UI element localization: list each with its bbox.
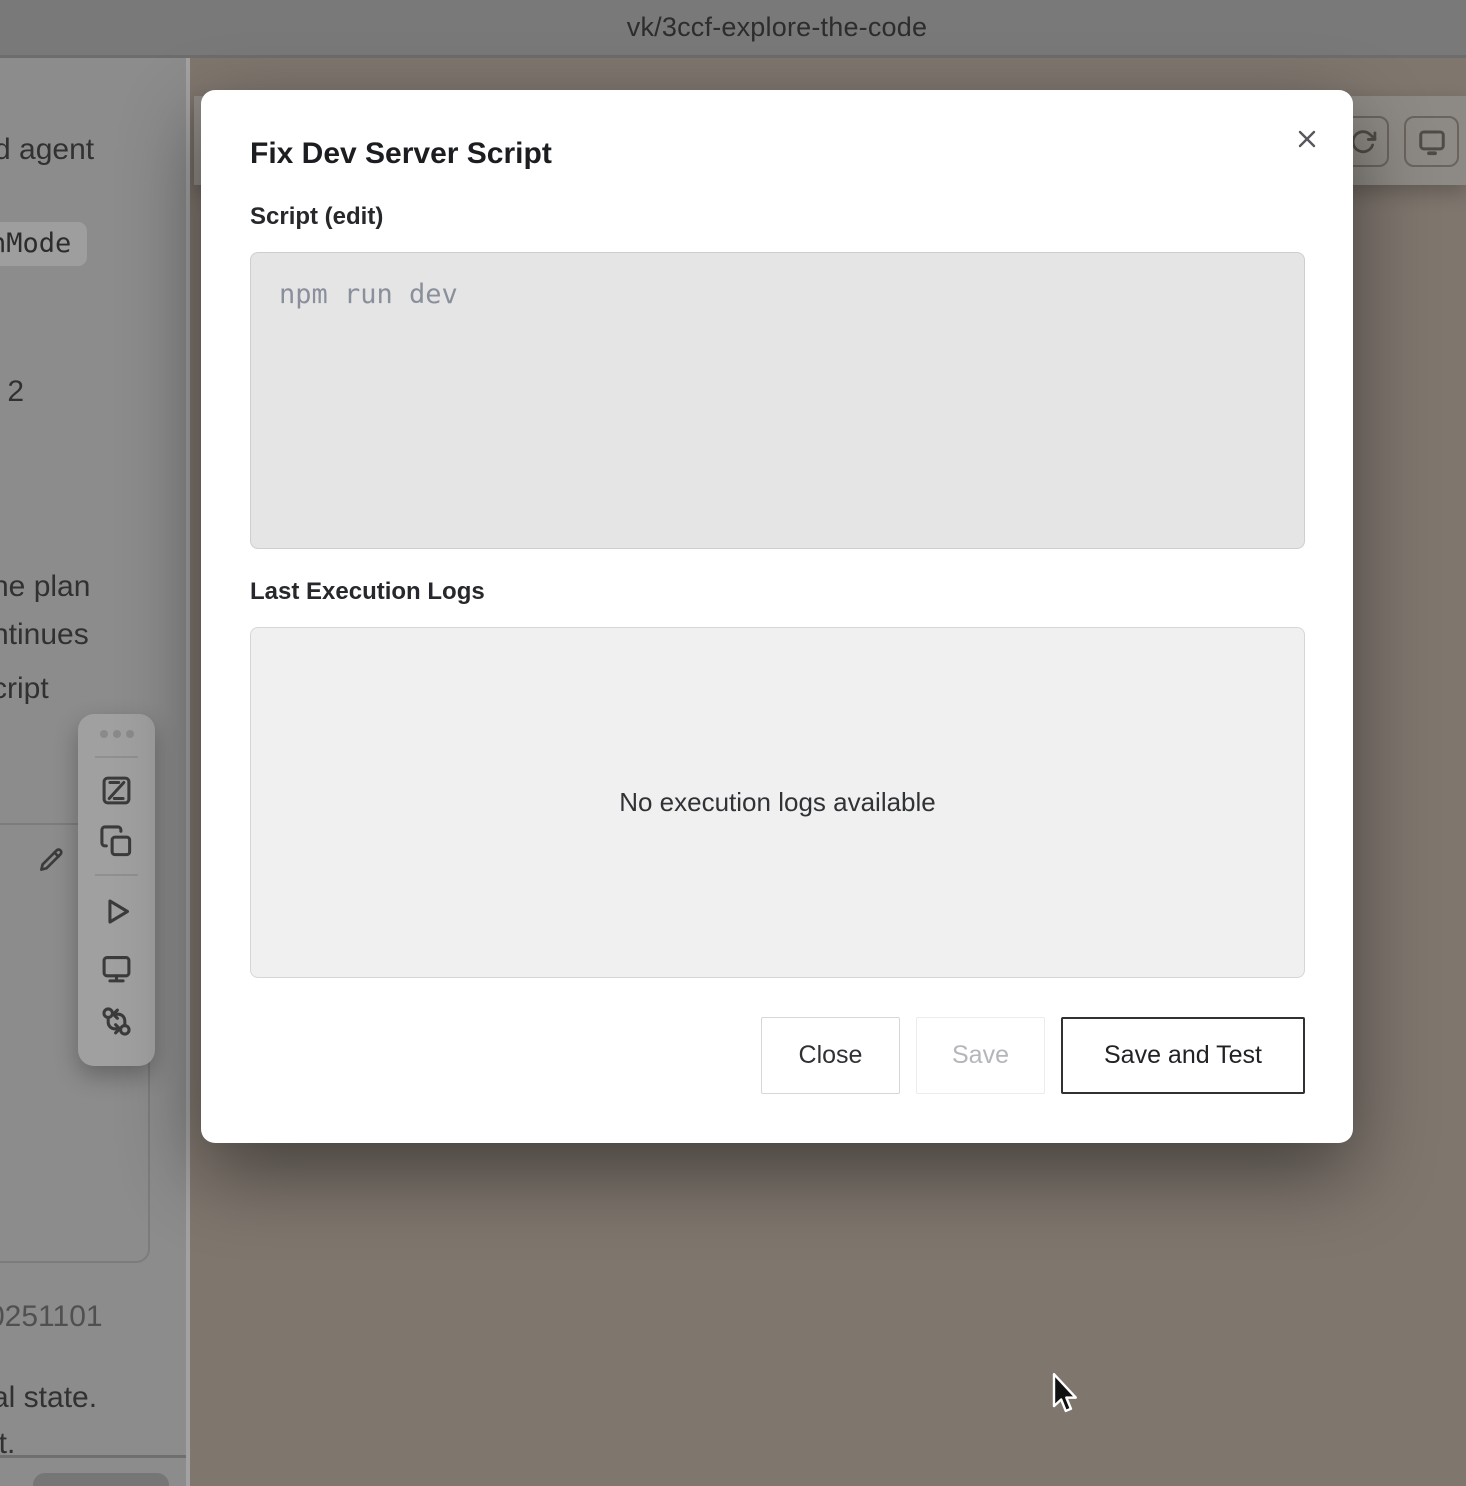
sidebar-fragment-continues: ntinues bbox=[0, 618, 89, 651]
sidebar-fragment-state: al state. bbox=[0, 1381, 98, 1414]
monitor-button[interactable] bbox=[99, 951, 134, 986]
script-label: Script (edit) bbox=[250, 203, 384, 230]
window-title: vk/3ccf-explore-the-code bbox=[626, 12, 928, 42]
sidebar-divider bbox=[0, 1455, 186, 1458]
fix-dev-server-script-dialog: Fix Dev Server Script Script (edit) Last… bbox=[201, 90, 1353, 1143]
git-compare-button[interactable] bbox=[99, 1004, 134, 1039]
dialog-title: Fix Dev Server Script bbox=[250, 137, 552, 170]
play-icon bbox=[108, 899, 129, 924]
sidebar-pill-button[interactable] bbox=[33, 1473, 169, 1486]
close-button[interactable]: Close bbox=[761, 1017, 900, 1094]
dialog-close-button[interactable] bbox=[1288, 120, 1326, 158]
git-compare-icon bbox=[102, 1007, 131, 1036]
app-screen: vk/3ccf-explore-the-code d agent nMode y… bbox=[0, 0, 1466, 1486]
dialog-button-row: Close Save Save and Test bbox=[761, 1017, 1305, 1094]
toolbar-divider bbox=[95, 874, 138, 876]
mouse-cursor bbox=[1050, 1372, 1080, 1421]
floating-toolbar bbox=[78, 714, 155, 1066]
drag-handle-dots[interactable] bbox=[78, 730, 155, 738]
copy-icon bbox=[100, 825, 132, 857]
pencil-icon bbox=[40, 848, 63, 871]
sidebar-fragment-plan: he plan bbox=[0, 570, 91, 603]
toolbar-divider bbox=[95, 756, 138, 758]
logs-panel: No execution logs available bbox=[250, 627, 1305, 978]
preview-monitor-button[interactable] bbox=[1404, 116, 1459, 167]
edit-button[interactable] bbox=[34, 844, 68, 878]
save-and-test-button[interactable]: Save and Test bbox=[1061, 1017, 1305, 1094]
logo-icon bbox=[102, 776, 131, 805]
sidebar-fragment-try: y 2 bbox=[0, 375, 25, 408]
monitor-icon bbox=[1418, 130, 1445, 155]
monitor-icon bbox=[102, 956, 131, 983]
logs-empty-text: No execution logs available bbox=[619, 787, 936, 817]
save-button: Save bbox=[916, 1017, 1045, 1094]
close-icon bbox=[1298, 130, 1316, 148]
cursor-icon bbox=[1052, 1372, 1077, 1413]
logs-label: Last Execution Logs bbox=[250, 578, 485, 605]
copy-button[interactable] bbox=[99, 824, 134, 859]
script-textarea[interactable] bbox=[250, 252, 1305, 549]
play-button[interactable] bbox=[99, 894, 134, 929]
logo-button[interactable] bbox=[99, 773, 134, 808]
sidebar-fragment-agent: d agent bbox=[0, 133, 95, 166]
code-chip: nMode bbox=[0, 222, 88, 266]
window-titlebar: vk/3ccf-explore-the-code bbox=[0, 0, 1466, 58]
sidebar-fragment-number: 0251101 bbox=[0, 1300, 103, 1333]
sidebar-fragment-script: cript bbox=[0, 672, 49, 705]
